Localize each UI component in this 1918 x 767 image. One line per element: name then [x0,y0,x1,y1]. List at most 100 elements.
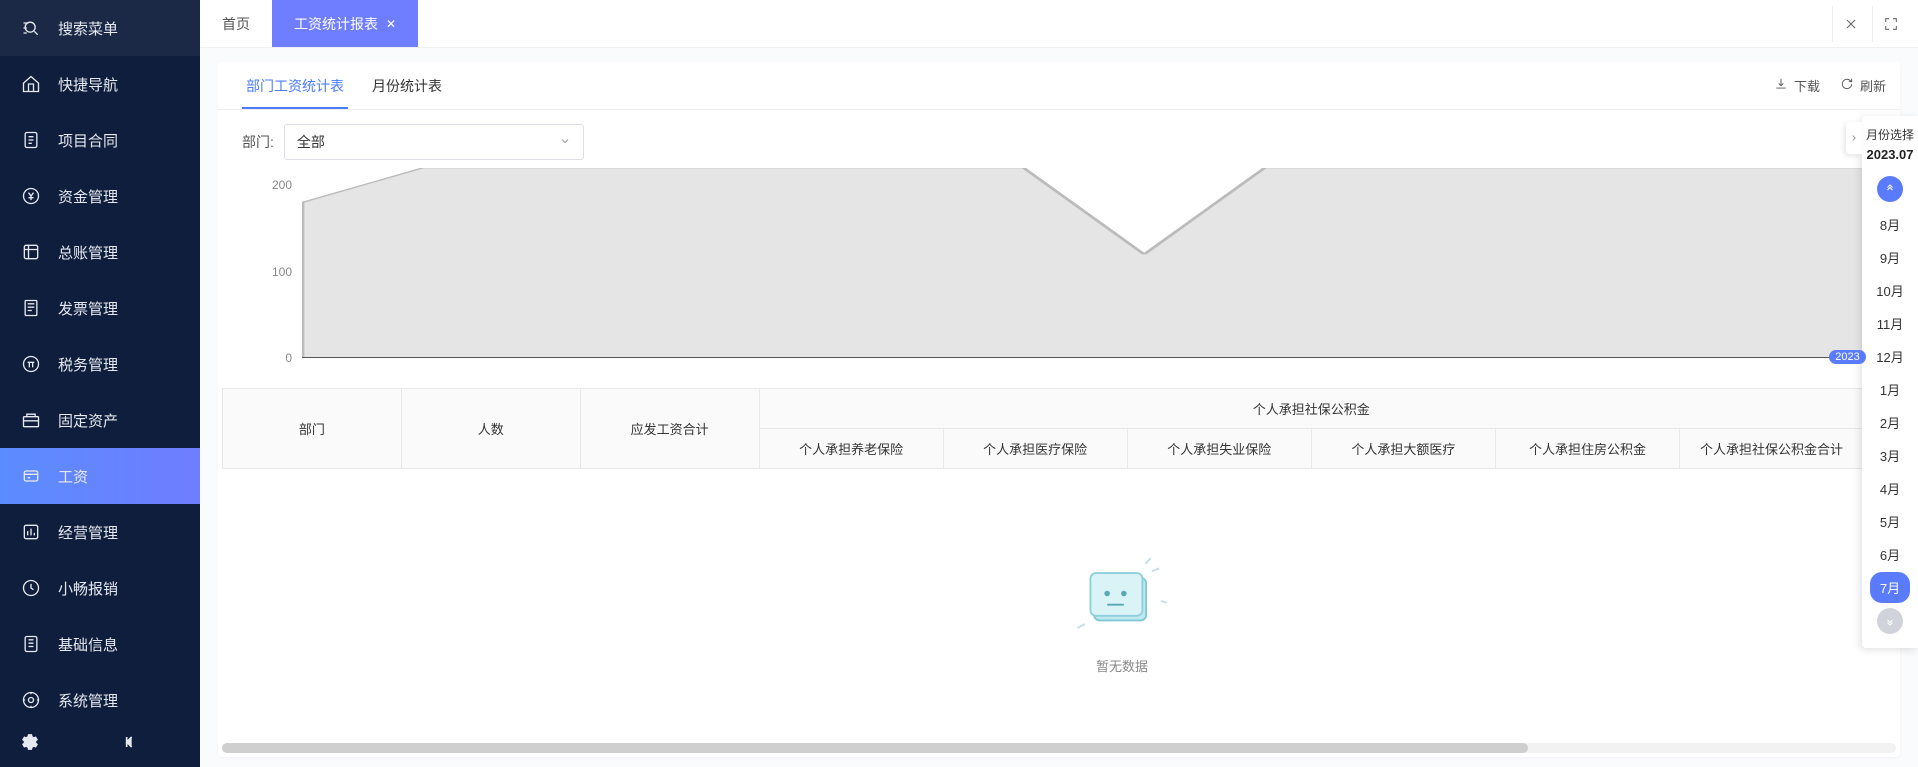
sidebar-item-system[interactable]: 系统管理 [0,672,200,717]
chevron-down-icon [559,134,571,150]
sidebar-item-doc[interactable]: 项目合同 [0,112,200,168]
sidebar-item-home[interactable]: 快捷导航 [0,56,200,112]
report-card: 部门工资统计表月份统计表 下载 刷新 部门: [218,62,1900,757]
chart-ytick: 200 [242,178,292,192]
subtab-1[interactable]: 月份统计表 [358,62,456,109]
system-icon [20,689,42,711]
chart-x-axis [302,357,1866,358]
invoice-icon [20,297,42,319]
filter-row: 部门: 全部 [218,110,1900,168]
month-option[interactable]: 8月 [1870,209,1910,240]
month-option[interactable]: 10月 [1866,275,1913,306]
sidebar-item-biz[interactable]: 经营管理 [0,504,200,560]
table-subheader: 个人承担养老保险 [759,429,943,469]
main: 首页工资统计报表✕ 部门工资统计表月份统计表 下 [200,0,1918,767]
sidebar-item-label: 基础信息 [58,634,118,655]
tab-0[interactable]: 首页 [200,0,272,47]
fullscreen-button[interactable] [1872,6,1908,42]
sidebar-item-label: 工资 [58,466,88,487]
chart-ytick: 0 [242,351,292,365]
tab-label: 首页 [222,14,250,34]
month-picker-current: 2023.07 [1867,147,1914,162]
sidebar-item-money[interactable]: 资金管理 [0,168,200,224]
month-option[interactable]: 5月 [1870,506,1910,537]
doc-icon [20,129,42,151]
download-button[interactable]: 下载 [1774,76,1820,95]
salary-table: 部门人数应发工资合计个人承担社保公积金公司承担个人承担养老保险个人承担医疗保险个… [222,388,1900,469]
month-option[interactable]: 9月 [1870,242,1910,273]
collapse-icon[interactable] [120,732,140,752]
sidebar-item-label: 系统管理 [58,690,118,711]
table-subheader: 个人承担失业保险 [1127,429,1311,469]
sidebar-item-label: 发票管理 [58,298,118,319]
month-panel-toggle[interactable] [1846,122,1862,154]
horizontal-scrollbar[interactable] [222,743,1896,753]
sidebar-item-tax[interactable]: 税务管理 [0,336,200,392]
sidebar-item-info[interactable]: 基础信息 [0,616,200,672]
reimburse-icon [20,577,42,599]
table-header-group: 个人承担社保公积金 [759,389,1864,429]
sidebar-item-reimburse[interactable]: 小畅报销 [0,560,200,616]
refresh-label: 刷新 [1860,76,1886,95]
table-header: 部门 [223,389,402,469]
month-option[interactable]: 7月 [1870,572,1910,603]
refresh-button[interactable]: 刷新 [1840,76,1886,95]
month-picker-panel: 月份选择 2023.07 8月9月10月11月12月20231月2月3月4月5月… [1862,116,1918,648]
chart-ytick: 100 [242,265,292,279]
sidebar-item-ledger[interactable]: 总账管理 [0,224,200,280]
table-container[interactable]: 部门人数应发工资合计个人承担社保公积金公司承担个人承担养老保险个人承担医疗保险个… [218,388,1900,743]
sidebar-item-search[interactable]: 搜索菜单 [0,0,200,56]
ledger-icon [20,241,42,263]
tab-1[interactable]: 工资统计报表 ✕ [272,0,418,47]
sidebar-item-label: 税务管理 [58,354,118,375]
table-subheader: 个人承担住房公积金 [1495,429,1679,469]
sidebar-item-label: 搜索菜单 [58,18,118,39]
subtab-0[interactable]: 部门工资统计表 [232,62,358,109]
month-option[interactable]: 11月 [1867,308,1914,339]
tax-icon [20,353,42,375]
empty-text: 暂无数据 [1096,656,1148,675]
sidebar: 搜索菜单快捷导航项目合同资金管理总账管理发票管理税务管理固定资产工资经营管理小畅… [0,0,200,767]
info-icon [20,633,42,655]
biz-icon [20,521,42,543]
department-select[interactable]: 全部 [284,124,584,160]
month-option[interactable]: 1月 [1870,374,1910,405]
tab-close-icon[interactable]: ✕ [386,17,396,31]
month-next-button[interactable] [1877,608,1903,634]
table-subheader: 个人承担医疗保险 [943,429,1127,469]
month-option[interactable]: 4月 [1870,473,1910,504]
settings-icon[interactable] [20,732,40,752]
sidebar-item-label: 固定资产 [58,410,118,431]
sidebar-item-label: 总账管理 [58,242,118,263]
refresh-icon [1840,77,1854,94]
sidebar-item-asset[interactable]: 固定资产 [0,392,200,448]
month-option[interactable]: 12月 [1866,341,1913,372]
month-option[interactable]: 3月 [1870,440,1910,471]
department-select-value: 全部 [297,132,325,152]
table-header: 人数 [401,389,580,469]
empty-state: 暂无数据 [222,469,1900,737]
close-all-tabs-button[interactable] [1832,6,1868,42]
asset-icon [20,409,42,431]
sidebar-item-invoice[interactable]: 发票管理 [0,280,200,336]
search-icon [20,17,42,39]
subtabs: 部门工资统计表月份统计表 下载 刷新 [218,62,1900,110]
month-option[interactable]: 6月 [1870,539,1910,570]
sidebar-item-label: 经营管理 [58,522,118,543]
tab-label: 工资统计报表 [294,14,378,34]
month-prev-button[interactable] [1877,176,1903,202]
sidebar-item-label: 小畅报销 [58,578,118,599]
sidebar-item-salary[interactable]: 工资 [0,448,200,504]
empty-illustration-icon [1057,532,1187,642]
tabs-bar: 首页 工资统计报表 ✕ [200,0,1918,48]
sidebar-item-label: 资金管理 [58,186,118,207]
table-subheader: 个人承担大额医疗 [1311,429,1495,469]
content: 部门工资统计表月份统计表 下载 刷新 部门: [200,48,1918,767]
sidebar-item-label: 快捷导航 [58,74,118,95]
table-header: 应发工资合计 [580,389,759,469]
chart-container: 0 100 200 [218,168,1900,388]
table-subheader: 个人承担社保公积金合计 [1680,429,1864,469]
month-option[interactable]: 2月 [1870,407,1910,438]
salary-icon [20,465,42,487]
year-badge: 2023 [1829,350,1865,364]
